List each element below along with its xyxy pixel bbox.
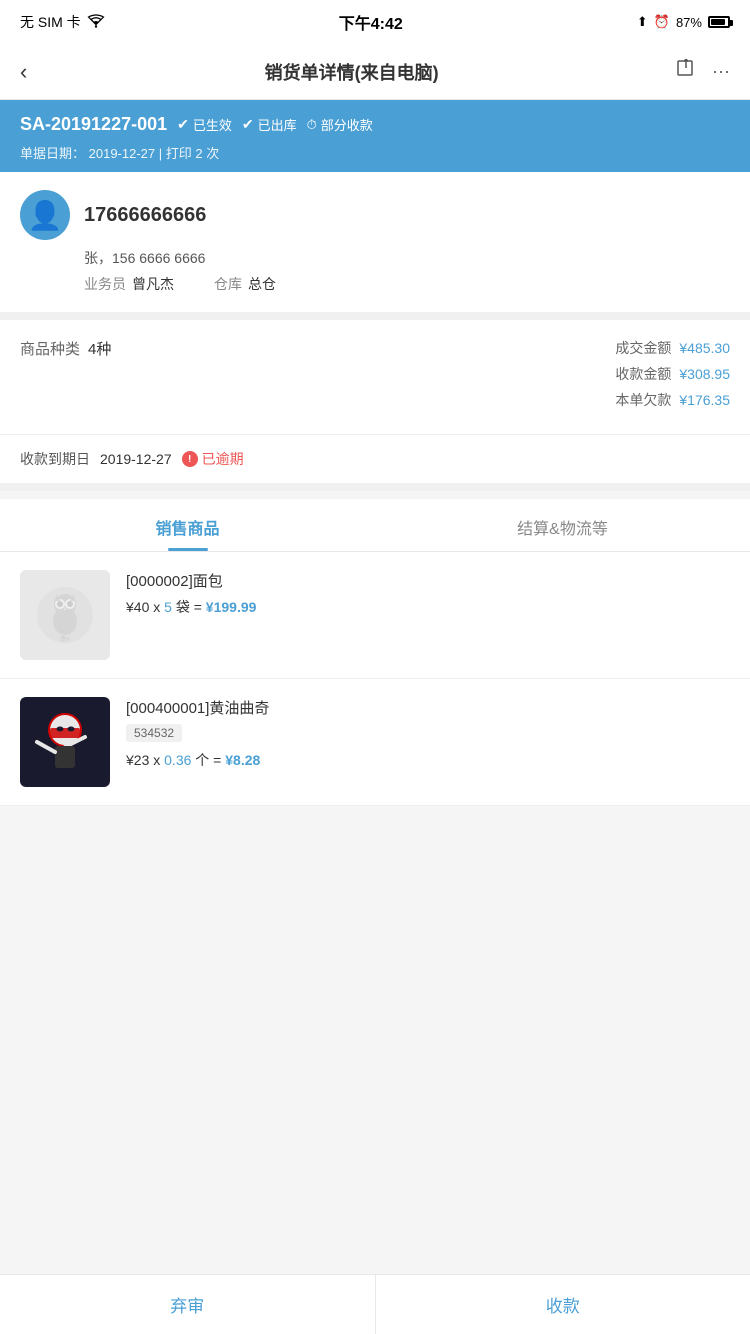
product-price-1: ¥40 x 5 袋 = ¥199.99 xyxy=(126,597,730,617)
customer-main-row: 👤 17666666666 xyxy=(20,190,730,240)
print-suffix: 次 xyxy=(206,146,219,161)
battery-icon xyxy=(708,16,730,28)
divider-1 xyxy=(0,312,750,320)
nav-actions: ··· xyxy=(676,59,730,84)
product-qty-1: 5 xyxy=(164,599,172,615)
customer-meta-row: 业务员 曾凡杰 仓库 总仓 xyxy=(84,274,730,294)
summary-section: 商品种类 4种 成交金额 ¥485.30 收款金额 ¥308.95 本单欠款 ¥… xyxy=(0,320,750,434)
summary-left: 商品种类 4种 xyxy=(20,338,111,365)
status-right: ⬆ ⏰ 87% xyxy=(637,14,730,30)
category-value: 4种 xyxy=(88,338,111,359)
collect-payment-button[interactable]: 收款 xyxy=(376,1275,750,1334)
check-icon-2: ✔ xyxy=(242,116,254,133)
svg-text:贺+: 贺+ xyxy=(60,635,70,643)
tab-underline xyxy=(168,548,208,551)
customer-phone: 17666666666 xyxy=(84,204,206,227)
product-image-2 xyxy=(25,702,105,782)
carrier-label: 无 SIM 卡 xyxy=(20,12,81,32)
product-price-2: ¥23 x 0.36 个 = ¥8.28 xyxy=(126,750,730,770)
tabs-row: 销售商品 结算&物流等 xyxy=(0,499,750,551)
product-name-2: [000400001]黄油曲奇 xyxy=(126,697,730,718)
category-item: 商品种类 4种 xyxy=(20,338,111,359)
status-left: 无 SIM 卡 xyxy=(20,12,105,32)
alarm-icon: ⏰ xyxy=(654,14,670,30)
banner-top-row: SA-20191227-001 ✔ 已生效 ✔ 已出库 ⏱ 部分收款 xyxy=(20,114,730,135)
product-total-1: ¥199.99 xyxy=(206,599,257,615)
share-button[interactable] xyxy=(676,59,696,84)
due-date-section: 收款到期日 2019-12-27 ! 已逾期 xyxy=(0,434,750,483)
category-label: 商品种类 xyxy=(20,338,80,359)
nav-bar: ‹ 销货单详情(来自电脑) ··· xyxy=(0,44,750,100)
divider-2 xyxy=(0,483,750,491)
product-image-1: 贺+ xyxy=(35,585,95,645)
amount-item: 成交金额 ¥485.30 xyxy=(615,338,730,358)
debt-value: ¥176.35 xyxy=(679,392,730,408)
page-title: 销货单详情(来自电脑) xyxy=(265,59,439,85)
wifi-icon xyxy=(87,14,105,31)
order-header-banner: SA-20191227-001 ✔ 已生效 ✔ 已出库 ⏱ 部分收款 单据日期：… xyxy=(0,100,750,172)
tabs-section: 销售商品 结算&物流等 xyxy=(0,499,750,552)
status-bar: 无 SIM 卡 下午4:42 ⬆ ⏰ 87% xyxy=(0,0,750,44)
location-icon: ⬆ xyxy=(637,14,648,30)
salesperson-name: 曾凡杰 xyxy=(132,274,174,294)
received-value: ¥308.95 xyxy=(679,366,730,382)
products-section: 贺+ [0000002]面包 ¥40 x 5 袋 = ¥199.99 xyxy=(0,552,750,806)
overdue-icon: ! xyxy=(182,451,198,467)
product-qty-2: 0.36 xyxy=(164,752,191,768)
amount-label: 成交金额 xyxy=(615,338,671,358)
badge-shipped: ✔ 已出库 xyxy=(242,115,297,134)
battery-percent: 87% xyxy=(676,15,702,30)
product-item: 贺+ [0000002]面包 ¥40 x 5 袋 = ¥199.99 xyxy=(0,552,750,679)
summary-right: 成交金额 ¥485.30 收款金额 ¥308.95 本单欠款 ¥176.35 xyxy=(615,338,730,416)
debt-item: 本单欠款 ¥176.35 xyxy=(615,390,730,410)
product-thumbnail-2 xyxy=(20,697,110,787)
salesperson-label: 业务员 xyxy=(84,274,126,294)
banner-badges: ✔ 已生效 ✔ 已出库 ⏱ 部分收款 xyxy=(177,115,373,134)
print-label: | 打印 xyxy=(159,146,192,161)
order-id: SA-20191227-001 xyxy=(20,114,167,135)
status-time: 下午4:42 xyxy=(339,10,403,34)
product-thumbnail-1: 贺+ xyxy=(20,570,110,660)
warehouse-label: 仓库 xyxy=(214,274,242,294)
product-tag-2: 534532 xyxy=(126,724,182,742)
cancel-audit-button[interactable]: 弃审 xyxy=(0,1275,376,1334)
print-count: 2 xyxy=(195,146,202,161)
received-label: 收款金额 xyxy=(615,364,671,384)
overdue-badge: ! 已逾期 xyxy=(182,449,244,469)
received-item: 收款金额 ¥308.95 xyxy=(615,364,730,384)
due-label: 收款到期日 xyxy=(20,449,90,469)
due-date: 2019-12-27 xyxy=(100,451,172,467)
customer-section: 👤 17666666666 张，156 6666 6666 业务员 曾凡杰 仓库… xyxy=(0,172,750,312)
product-total-2: ¥8.28 xyxy=(225,752,260,768)
overdue-text: 已逾期 xyxy=(202,449,244,469)
tab-products[interactable]: 销售商品 xyxy=(0,499,375,551)
warehouse-item: 仓库 总仓 xyxy=(214,274,276,294)
badge-effective: ✔ 已生效 xyxy=(177,115,232,134)
banner-date-row: 单据日期： 2019-12-27 | 打印 2 次 xyxy=(20,143,730,162)
product-info-2: [000400001]黄油曲奇 534532 ¥23 x 0.36 个 = ¥8… xyxy=(126,697,730,770)
summary-row: 商品种类 4种 成交金额 ¥485.30 收款金额 ¥308.95 本单欠款 ¥… xyxy=(20,338,730,416)
tab-settlement[interactable]: 结算&物流等 xyxy=(375,499,750,551)
warehouse-name: 总仓 xyxy=(248,274,276,294)
amount-value: ¥485.30 xyxy=(679,340,730,356)
customer-name-phone: 张，156 6666 6666 xyxy=(84,248,730,268)
debt-label: 本单欠款 xyxy=(615,390,671,410)
person-icon: 👤 xyxy=(28,199,63,232)
product-info-1: [0000002]面包 ¥40 x 5 袋 = ¥199.99 xyxy=(126,570,730,617)
badge-partial-payment: ⏱ 部分收款 xyxy=(307,115,373,134)
clock-icon: ⏱ xyxy=(307,117,317,133)
check-icon-1: ✔ xyxy=(177,116,189,133)
salesperson-item: 业务员 曾凡杰 xyxy=(84,274,174,294)
order-date: 2019-12-27 xyxy=(89,146,156,161)
back-button[interactable]: ‹ xyxy=(20,59,27,85)
product-item: [000400001]黄油曲奇 534532 ¥23 x 0.36 个 = ¥8… xyxy=(0,679,750,806)
avatar: 👤 xyxy=(20,190,70,240)
more-button[interactable]: ··· xyxy=(712,61,730,82)
product-name-1: [0000002]面包 xyxy=(126,570,730,591)
date-label: 单据日期： xyxy=(20,146,85,161)
bottom-bar: 弃审 收款 xyxy=(0,1274,750,1334)
